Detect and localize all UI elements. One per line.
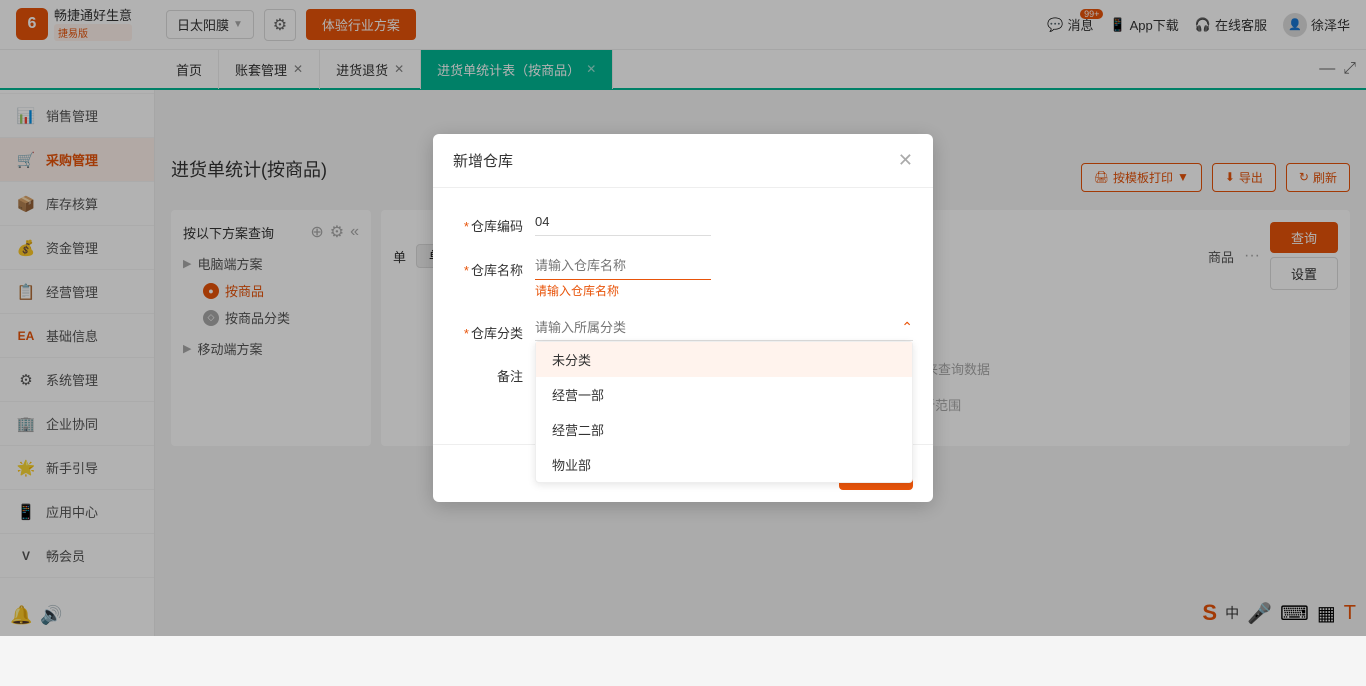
remark-label: 备注 <box>453 358 523 385</box>
modal-header: 新增仓库 ✕ <box>433 134 933 188</box>
name-input-wrapper: 请输入仓库名称 <box>535 252 913 299</box>
dropdown-item-0[interactable]: 未分类 <box>536 342 912 377</box>
form-row-name: *仓库名称 请输入仓库名称 <box>453 252 913 299</box>
add-warehouse-modal: 新增仓库 ✕ *仓库编码 *仓库名称 请输入仓库名称 <box>433 134 933 502</box>
form-row-category: *仓库分类 ⌃ 未分类 经营一部 经营二部 物业部 <box>453 315 913 342</box>
code-input-wrapper <box>535 208 913 236</box>
name-error-msg: 请输入仓库名称 <box>535 282 913 299</box>
chevron-up-icon[interactable]: ⌃ <box>901 319 913 336</box>
category-input-row: ⌃ <box>535 315 913 341</box>
dropdown-item-3[interactable]: 物业部 <box>536 447 912 482</box>
category-input[interactable] <box>535 320 901 335</box>
modal-body: *仓库编码 *仓库名称 请输入仓库名称 *仓库分类 <box>433 188 933 444</box>
warehouse-code-input[interactable] <box>535 208 711 236</box>
category-dropdown: 未分类 经营一部 经营二部 物业部 <box>535 341 913 483</box>
dropdown-item-2[interactable]: 经营二部 <box>536 412 912 447</box>
modal-title: 新增仓库 <box>453 150 513 171</box>
category-wrapper: ⌃ 未分类 经营一部 经营二部 物业部 <box>535 315 913 341</box>
close-icon[interactable]: ✕ <box>898 150 913 171</box>
modal-overlay[interactable]: 新增仓库 ✕ *仓库编码 *仓库名称 请输入仓库名称 <box>0 0 1366 636</box>
warehouse-name-input[interactable] <box>535 252 711 280</box>
dropdown-item-1[interactable]: 经营一部 <box>536 377 912 412</box>
category-label: *仓库分类 <box>453 315 523 342</box>
code-label: *仓库编码 <box>453 208 523 235</box>
name-label: *仓库名称 <box>453 252 523 279</box>
form-row-code: *仓库编码 <box>453 208 913 236</box>
